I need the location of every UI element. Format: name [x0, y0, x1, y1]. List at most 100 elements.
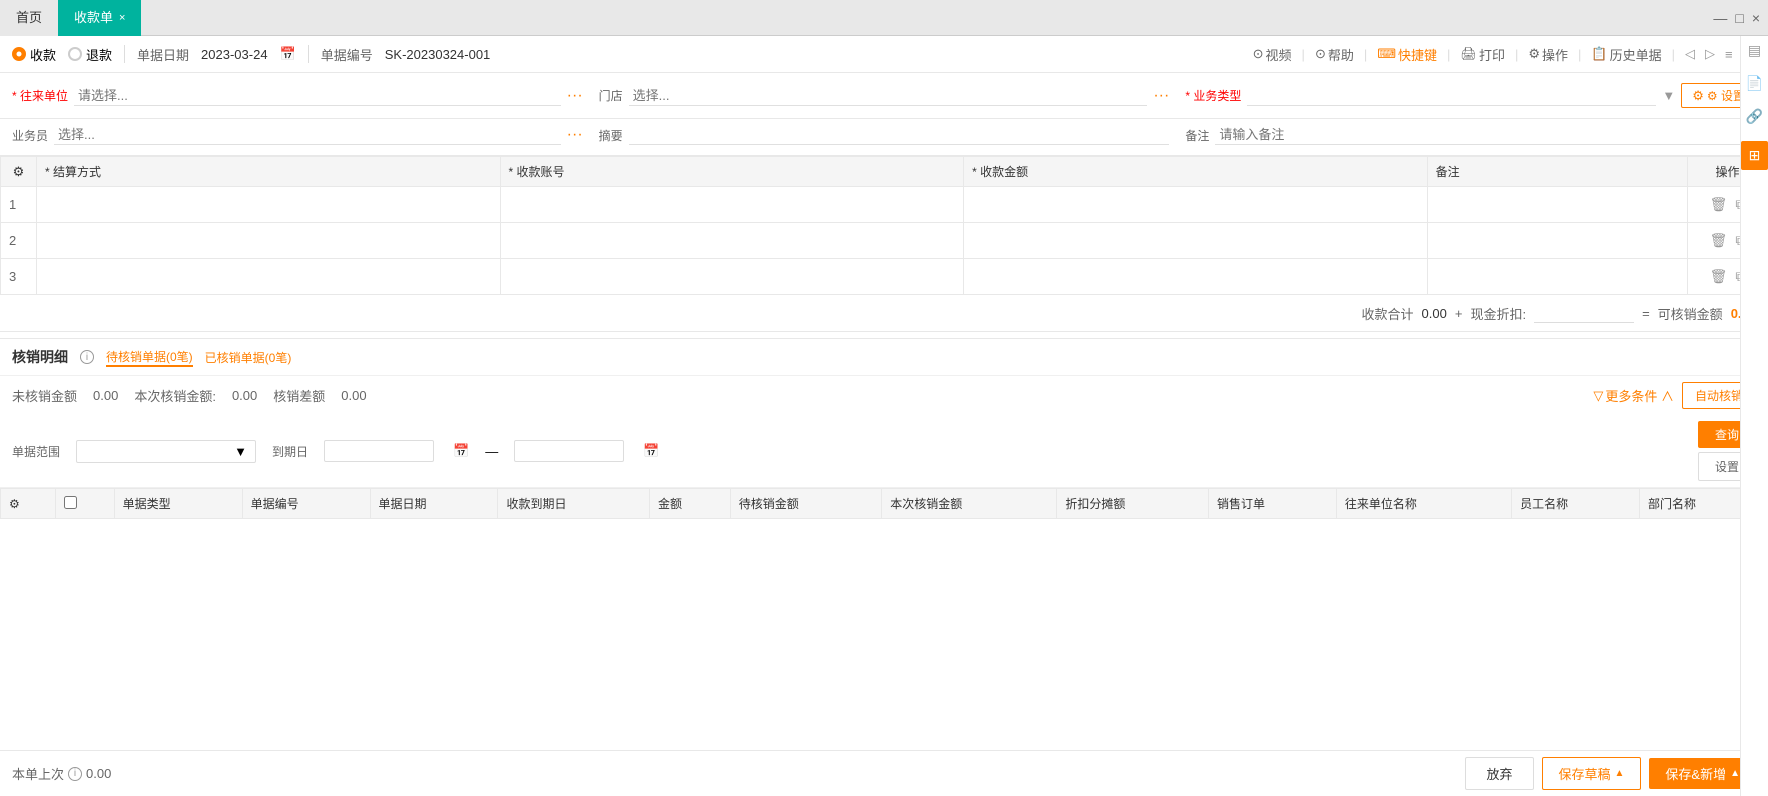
amount-cell-3[interactable]: [964, 259, 1428, 295]
footer-left: 本单上次 i 0.00: [12, 764, 111, 783]
tab-receipt[interactable]: 收款单 ×: [58, 0, 141, 36]
calendar-icon[interactable]: 📅: [280, 46, 296, 62]
save-draft-caret: ▲: [1615, 768, 1625, 779]
refund-radio[interactable]: 退款: [68, 45, 112, 64]
gear-icon: ⚙: [1692, 88, 1704, 104]
tab-home[interactable]: 首页: [0, 0, 58, 36]
remark-cell-2[interactable]: [1427, 223, 1687, 259]
col-checkbox-bottom[interactable]: [55, 489, 114, 519]
prev-order-info-icon[interactable]: i: [68, 767, 82, 781]
table-row: 3 🗑 ⧉: [1, 259, 1768, 295]
remark-input[interactable]: [1215, 125, 1756, 145]
remark-label: 备注: [1185, 127, 1209, 144]
right-sidebar: ▤ 📄 🔗 ⊞: [1740, 36, 1768, 796]
delete-icon-1[interactable]: 🗑: [1710, 196, 1728, 213]
this-verify-label: 本次核销金额:: [134, 386, 216, 405]
minimize-icon[interactable]: —: [1713, 10, 1727, 26]
settlement-cell-3[interactable]: [37, 259, 501, 295]
counterpart-input[interactable]: [74, 86, 561, 106]
receipt-table-section: ⚙ * 结算方式 * 收款账号 * 收款金额 备注 操作 1: [0, 156, 1768, 332]
amount-cell-1[interactable]: [964, 187, 1428, 223]
summary-input[interactable]: [629, 125, 1170, 145]
sidebar-table-icon[interactable]: ▤: [1748, 42, 1761, 59]
select-all-checkbox[interactable]: [64, 496, 77, 509]
remark-cell-1[interactable]: [1427, 187, 1687, 223]
amount-cell-2[interactable]: [964, 223, 1428, 259]
discount-input[interactable]: [1534, 303, 1634, 323]
filter-icon: ▽: [1593, 388, 1603, 404]
counterpart-more-btn[interactable]: ···: [567, 88, 583, 104]
store-input[interactable]: [629, 86, 1148, 106]
remark-field: 备注: [1185, 125, 1756, 145]
date-separator: —: [485, 444, 498, 459]
layout-icon[interactable]: ≡: [1725, 47, 1733, 62]
date-from-calendar-icon[interactable]: 📅: [453, 443, 469, 459]
toolbar-divider: [124, 45, 125, 63]
biz-type-dropdown-icon[interactable]: ▼: [1662, 88, 1675, 103]
salesperson-more-btn[interactable]: ···: [567, 127, 583, 143]
refund-label: 退款: [86, 45, 112, 64]
tab-close-icon[interactable]: ×: [119, 0, 125, 36]
account-cell-2[interactable]: [500, 223, 964, 259]
video-btn[interactable]: ⊙ 视频: [1253, 45, 1292, 64]
salesperson-input[interactable]: [54, 125, 561, 145]
dropdown-icon: ▼: [234, 444, 247, 459]
unverified-value: 0.00: [93, 388, 118, 403]
this-verify-value: 0.00: [232, 388, 257, 403]
discard-btn[interactable]: 放弃: [1465, 757, 1533, 790]
biz-type-input[interactable]: 预收款: [1247, 86, 1656, 106]
settlement-cell-1[interactable]: [37, 187, 501, 223]
save-draft-btn[interactable]: 保存草稿 ▲: [1542, 757, 1642, 790]
nav-prev-icon[interactable]: ◁: [1685, 46, 1695, 62]
total-label: 收款合计: [1362, 304, 1414, 323]
sidebar-doc-icon[interactable]: 📄: [1746, 75, 1763, 92]
table-gear-icon[interactable]: ⚙: [13, 164, 25, 179]
shortcut-btn[interactable]: ⌨ 快捷键: [1377, 45, 1437, 64]
maximize-icon[interactable]: □: [1735, 10, 1743, 26]
filter-range-select[interactable]: ▼: [76, 440, 256, 463]
account-cell-3[interactable]: [500, 259, 964, 295]
pending-tab[interactable]: 待核销单据(0笔): [106, 348, 193, 367]
store-more-btn[interactable]: ···: [1153, 88, 1169, 104]
done-tab[interactable]: 已核销单据(0笔): [205, 349, 292, 366]
window-controls: — □ ×: [1713, 10, 1768, 26]
col-doc-no: 单据编号: [242, 489, 370, 519]
footer-right: 放弃 保存草稿 ▲ 保存&新增 ▲: [1465, 757, 1756, 790]
delete-icon-2[interactable]: 🗑: [1710, 232, 1728, 249]
table-wrap: ⚙ * 结算方式 * 收款账号 * 收款金额 备注 操作 1: [0, 156, 1768, 295]
row-num-3: 3: [1, 259, 37, 295]
date-to-input[interactable]: 2022-04-12: [514, 440, 624, 462]
history-btn[interactable]: 📋 历史单据: [1591, 45, 1661, 64]
remark-cell-3[interactable]: [1427, 259, 1687, 295]
col-sales-order: 销售订单: [1208, 489, 1336, 519]
ops-btn[interactable]: ⚙ 操作: [1528, 45, 1568, 64]
col-doc-date: 单据日期: [370, 489, 498, 519]
print-btn[interactable]: 🖨 打印: [1460, 45, 1505, 64]
biz-type-field: * 业务类型 预收款 ▼ ⚙ ⚙ 设置: [1185, 83, 1756, 108]
sidebar-expand-icon[interactable]: ⊞: [1741, 141, 1768, 170]
doc-date-value[interactable]: 2023-03-24: [201, 47, 268, 62]
help-btn[interactable]: ⊙ 帮助: [1315, 45, 1354, 64]
sidebar-link-icon[interactable]: 🔗: [1746, 108, 1763, 125]
account-cell-1[interactable]: [500, 187, 964, 223]
table-settings-col[interactable]: ⚙: [1, 157, 37, 187]
col-remark: 备注: [1427, 157, 1687, 187]
col-account: * 收款账号: [500, 157, 964, 187]
discount-label: 现金折扣:: [1470, 304, 1526, 323]
nav-next-icon[interactable]: ▷: [1705, 46, 1715, 62]
settlement-cell-2[interactable]: [37, 223, 501, 259]
col-employee: 员工名称: [1512, 489, 1640, 519]
form-row2: 业务员 ··· 摘要 备注: [0, 119, 1768, 156]
date-label: 到期日: [272, 443, 308, 460]
verify-info-icon[interactable]: i: [80, 350, 94, 364]
delete-icon-3[interactable]: 🗑: [1710, 268, 1728, 285]
close-icon[interactable]: ×: [1752, 10, 1760, 26]
date-from-input[interactable]: 2022-04-01: [324, 440, 434, 462]
salesperson-label: 业务员: [12, 127, 48, 144]
col-counterpart: 往来单位名称: [1336, 489, 1511, 519]
plus-sign: +: [1455, 306, 1463, 321]
receipt-radio[interactable]: 收款: [12, 45, 56, 64]
col-gear-bottom[interactable]: ⚙: [1, 489, 56, 519]
more-conditions-btn[interactable]: ▽ 更多条件 ∧: [1593, 386, 1674, 405]
date-to-calendar-icon[interactable]: 📅: [643, 443, 659, 459]
